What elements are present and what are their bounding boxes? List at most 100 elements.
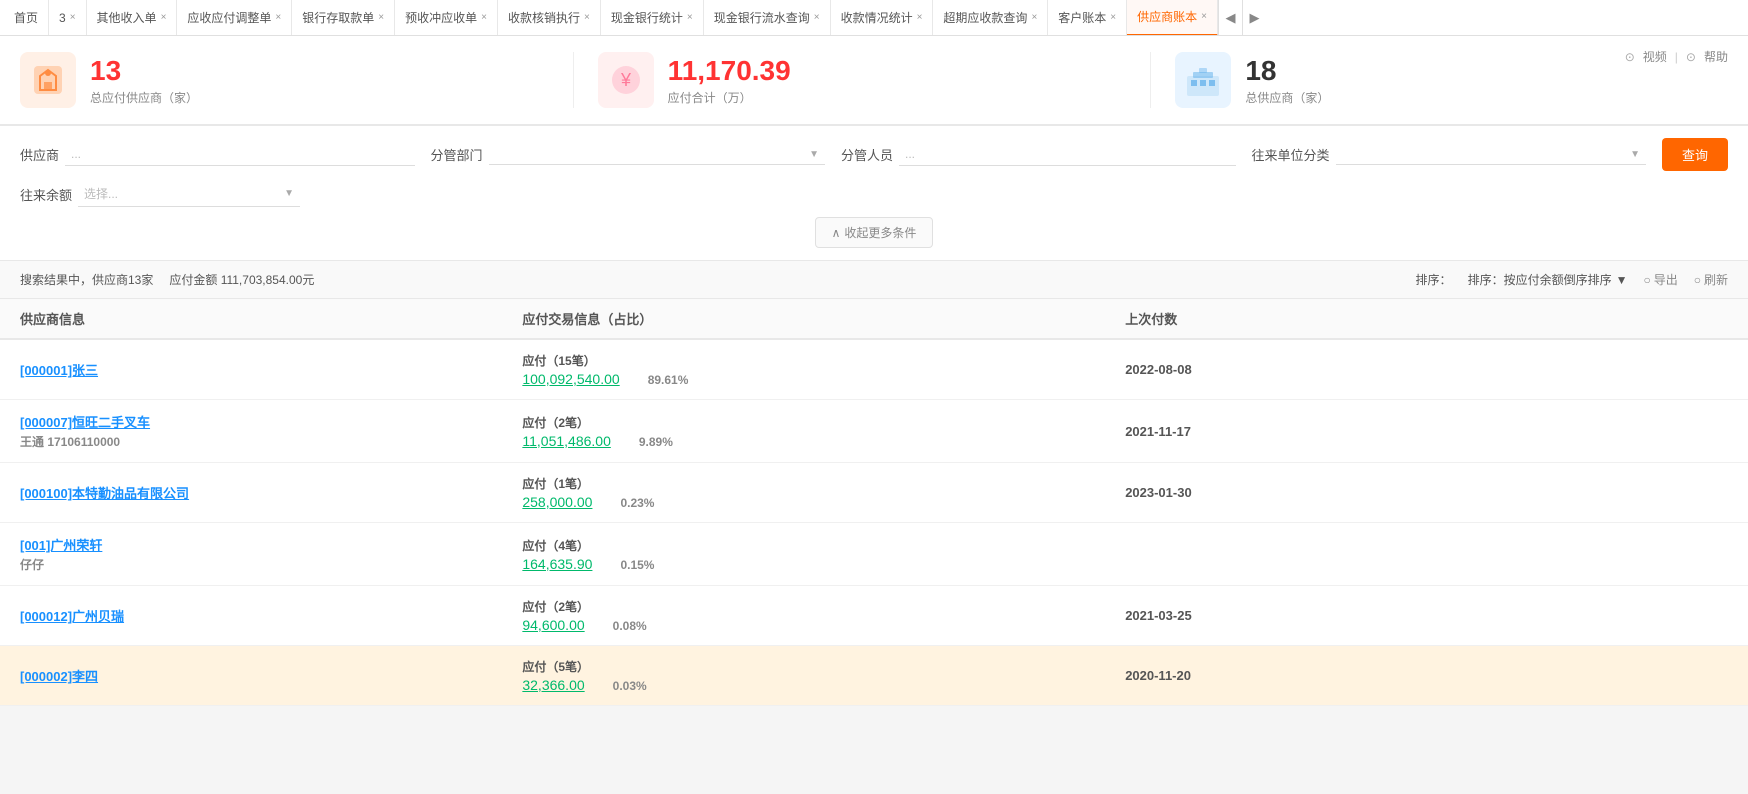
sort-text: 排序：按应付余额倒序排序 bbox=[1468, 271, 1612, 288]
export-button[interactable]: ○ 导出 bbox=[1643, 271, 1677, 288]
table-row[interactable]: [000002]李四 应付（5笔） 32,366.00 0.03% 2020-1… bbox=[0, 646, 1748, 706]
nav-tab-prepay-close[interactable]: × bbox=[481, 12, 487, 23]
row0-supplier-col: [000001]张三 bbox=[20, 360, 522, 379]
filter-row-1: 供应商 分管部门 ▼ 分管人员 往来单位分类 ▼ 查询 bbox=[20, 138, 1728, 171]
row1-trans-amount[interactable]: 11,051,486.00 bbox=[522, 433, 611, 449]
nav-tab-ar-ap-close[interactable]: × bbox=[275, 12, 281, 23]
nav-tab-cash-flow-close[interactable]: × bbox=[814, 12, 820, 23]
nav-tab-customer-close[interactable]: × bbox=[1110, 12, 1116, 23]
refresh-icon: ○ bbox=[1694, 273, 1701, 287]
col-header-transaction: 应付交易信息（占比） bbox=[522, 309, 1125, 328]
row4-trans-amount[interactable]: 94,600.00 bbox=[522, 617, 584, 633]
sort-button[interactable]: 排序：按应付余额倒序排序 ▼ bbox=[1468, 271, 1628, 288]
nav-prev-button[interactable]: ◀ bbox=[1218, 0, 1242, 36]
table-row[interactable]: [000012]广州贝瑞 应付（2笔） 94,600.00 0.08% 2021… bbox=[0, 586, 1748, 646]
nav-tab-prepay-label: 预收冲应收单 bbox=[405, 9, 477, 26]
row2-trans-amount[interactable]: 258,000.00 bbox=[522, 494, 592, 510]
total-suppliers-content: 18 总供应商（家） bbox=[1245, 54, 1329, 107]
row4-supplier-name[interactable]: [000012]广州贝瑞 bbox=[20, 606, 522, 625]
collapse-filter-button[interactable]: ∧ 收起更多条件 bbox=[815, 217, 934, 248]
row2-supplier-col: [000100]本特勤油品有限公司 bbox=[20, 483, 522, 502]
svg-text:¥: ¥ bbox=[620, 70, 632, 90]
row0-supplier-name[interactable]: [000001]张三 bbox=[20, 360, 522, 379]
unit-filter-select[interactable]: ▼ bbox=[1336, 145, 1646, 165]
filter-row-2: 往来余额 选择... ▼ bbox=[20, 181, 1728, 207]
person-filter-input[interactable] bbox=[899, 143, 1235, 166]
nav-tab-payment-verify[interactable]: 收款核销执行 × bbox=[498, 0, 601, 36]
row4-transaction-col: 应付（2笔） 94,600.00 0.08% bbox=[522, 598, 1125, 633]
row1-supplier-name[interactable]: [000007]恒旺二手叉车 bbox=[20, 412, 522, 431]
nav-tab-supplier-ledger[interactable]: 供应商账本 × bbox=[1127, 0, 1218, 36]
summary-card-payable-total: ¥ 11,170.39 应付合计（万） bbox=[574, 52, 1152, 108]
nav-tab-cash-flow[interactable]: 现金银行流水查询 × bbox=[704, 0, 831, 36]
nav-tab-other-income[interactable]: 其他收入单 × bbox=[87, 0, 178, 36]
row1-transaction-col: 应付（2笔） 11,051,486.00 9.89% bbox=[522, 414, 1125, 449]
nav-tab-customer-ledger[interactable]: 客户账本 × bbox=[1048, 0, 1127, 36]
sort-chevron-icon: ▼ bbox=[1616, 273, 1628, 287]
row5-trans-label: 应付（5笔） bbox=[522, 658, 1125, 675]
filter-department: 分管部门 ▼ bbox=[431, 145, 826, 165]
summary-card-payable-suppliers: 13 总应付供应商（家） bbox=[20, 52, 574, 108]
collapse-up-icon: ∧ bbox=[832, 226, 841, 240]
row3-trans-amount[interactable]: 164,635.90 bbox=[522, 556, 592, 572]
payable-total-number: 11,170.39 bbox=[668, 54, 791, 88]
results-summary-text: 搜索结果中，供应商13家 bbox=[20, 271, 153, 288]
row2-transaction-col: 应付（1笔） 258,000.00 0.23% bbox=[522, 475, 1125, 510]
nav-tab-bank-deposit[interactable]: 银行存取款单 × bbox=[292, 0, 395, 36]
supplier-filter-input[interactable] bbox=[65, 143, 414, 166]
payable-total-icon: ¥ bbox=[598, 52, 654, 108]
row4-trans-label: 应付（2笔） bbox=[522, 598, 1125, 615]
nav-tab-payment-verify-close[interactable]: × bbox=[584, 12, 590, 23]
nav-tab-bank-deposit-label: 银行存取款单 bbox=[302, 9, 374, 26]
row5-trans-amount[interactable]: 32,366.00 bbox=[522, 677, 584, 693]
nav-tab-payment-stat-close[interactable]: × bbox=[917, 12, 923, 23]
help-link[interactable]: 帮助 bbox=[1704, 48, 1728, 65]
search-button[interactable]: 查询 bbox=[1662, 138, 1728, 171]
nav-next-button[interactable]: ▶ bbox=[1242, 0, 1266, 36]
row5-supplier-name[interactable]: [000002]李四 bbox=[20, 666, 522, 685]
row2-lastpay-date: 2023-01-30 bbox=[1125, 485, 1192, 500]
nav-tab-overdue-ar[interactable]: 超期应收款查询 × bbox=[933, 0, 1048, 36]
nav-tab-home[interactable]: 首页 bbox=[4, 0, 49, 36]
table-row[interactable]: [001]广州荣轩 仔仔 应付（4笔） 164,635.90 0.15% bbox=[0, 523, 1748, 586]
unit-filter-label: 往来单位分类 bbox=[1252, 145, 1330, 164]
nav-tab-payment-stat[interactable]: 收款情况统计 × bbox=[831, 0, 934, 36]
payable-total-label: 应付合计（万） bbox=[668, 89, 791, 106]
payable-suppliers-number: 13 bbox=[90, 54, 198, 88]
row0-trans-amount[interactable]: 100,092,540.00 bbox=[522, 371, 619, 387]
nav-tab-prepay-offset[interactable]: 预收冲应收单 × bbox=[395, 0, 498, 36]
row3-supplier-name[interactable]: [001]广州荣轩 bbox=[20, 535, 522, 554]
table-row[interactable]: [000100]本特勤油品有限公司 应付（1笔） 258,000.00 0.23… bbox=[0, 463, 1748, 523]
person-filter-label: 分管人员 bbox=[841, 145, 893, 164]
nav-tab-supplier-label: 供应商账本 bbox=[1137, 8, 1197, 25]
refresh-button[interactable]: ○ 刷新 bbox=[1694, 271, 1728, 288]
nav-tab-3[interactable]: 3 × bbox=[49, 0, 87, 36]
table-header: 供应商信息 应付交易信息（占比） 上次付数 bbox=[0, 299, 1748, 340]
video-link[interactable]: 视频 bbox=[1643, 48, 1667, 65]
nav-tab-overdue-ar-close[interactable]: × bbox=[1031, 12, 1037, 23]
row3-trans-percent: 0.15% bbox=[620, 558, 654, 572]
nav-tab-cash-bank-stat[interactable]: 现金银行统计 × bbox=[601, 0, 704, 36]
row5-lastpay-col: 2020-11-20 bbox=[1125, 668, 1527, 683]
filter-balance: 往来余额 选择... ▼ bbox=[20, 181, 300, 207]
nav-tab-cash-bank-stat-close[interactable]: × bbox=[687, 12, 693, 23]
row1-lastpay-date: 2021-11-17 bbox=[1125, 424, 1191, 439]
row5-trans-percent: 0.03% bbox=[613, 679, 647, 693]
department-filter-select[interactable]: ▼ bbox=[489, 145, 825, 165]
table-row[interactable]: [000007]恒旺二手叉车 王通 17106110000 应付（2笔） 11,… bbox=[0, 400, 1748, 463]
row1-trans-label: 应付（2笔） bbox=[522, 414, 1125, 431]
nav-tab-supplier-close[interactable]: × bbox=[1201, 11, 1207, 22]
filter-area: 供应商 分管部门 ▼ 分管人员 往来单位分类 ▼ 查询 bbox=[0, 126, 1748, 261]
balance-filter-select[interactable]: 选择... ▼ bbox=[78, 181, 300, 207]
nav-tab-other-income-close[interactable]: × bbox=[161, 12, 167, 23]
export-label: 导出 bbox=[1654, 271, 1678, 288]
row2-supplier-name[interactable]: [000100]本特勤油品有限公司 bbox=[20, 483, 522, 502]
nav-tab-ar-ap-label: 应收应付调整单 bbox=[187, 9, 271, 26]
nav-tab-bank-deposit-close[interactable]: × bbox=[378, 12, 384, 23]
total-suppliers-number: 18 bbox=[1245, 54, 1329, 88]
nav-tab-ar-ap-adjust[interactable]: 应收应付调整单 × bbox=[177, 0, 292, 36]
nav-tab-3-close[interactable]: × bbox=[70, 12, 76, 23]
department-filter-label: 分管部门 bbox=[431, 145, 483, 164]
table-row[interactable]: [000001]张三 应付（15笔） 100,092,540.00 89.61%… bbox=[0, 340, 1748, 400]
row4-lastpay-col: 2021-03-25 bbox=[1125, 608, 1527, 623]
